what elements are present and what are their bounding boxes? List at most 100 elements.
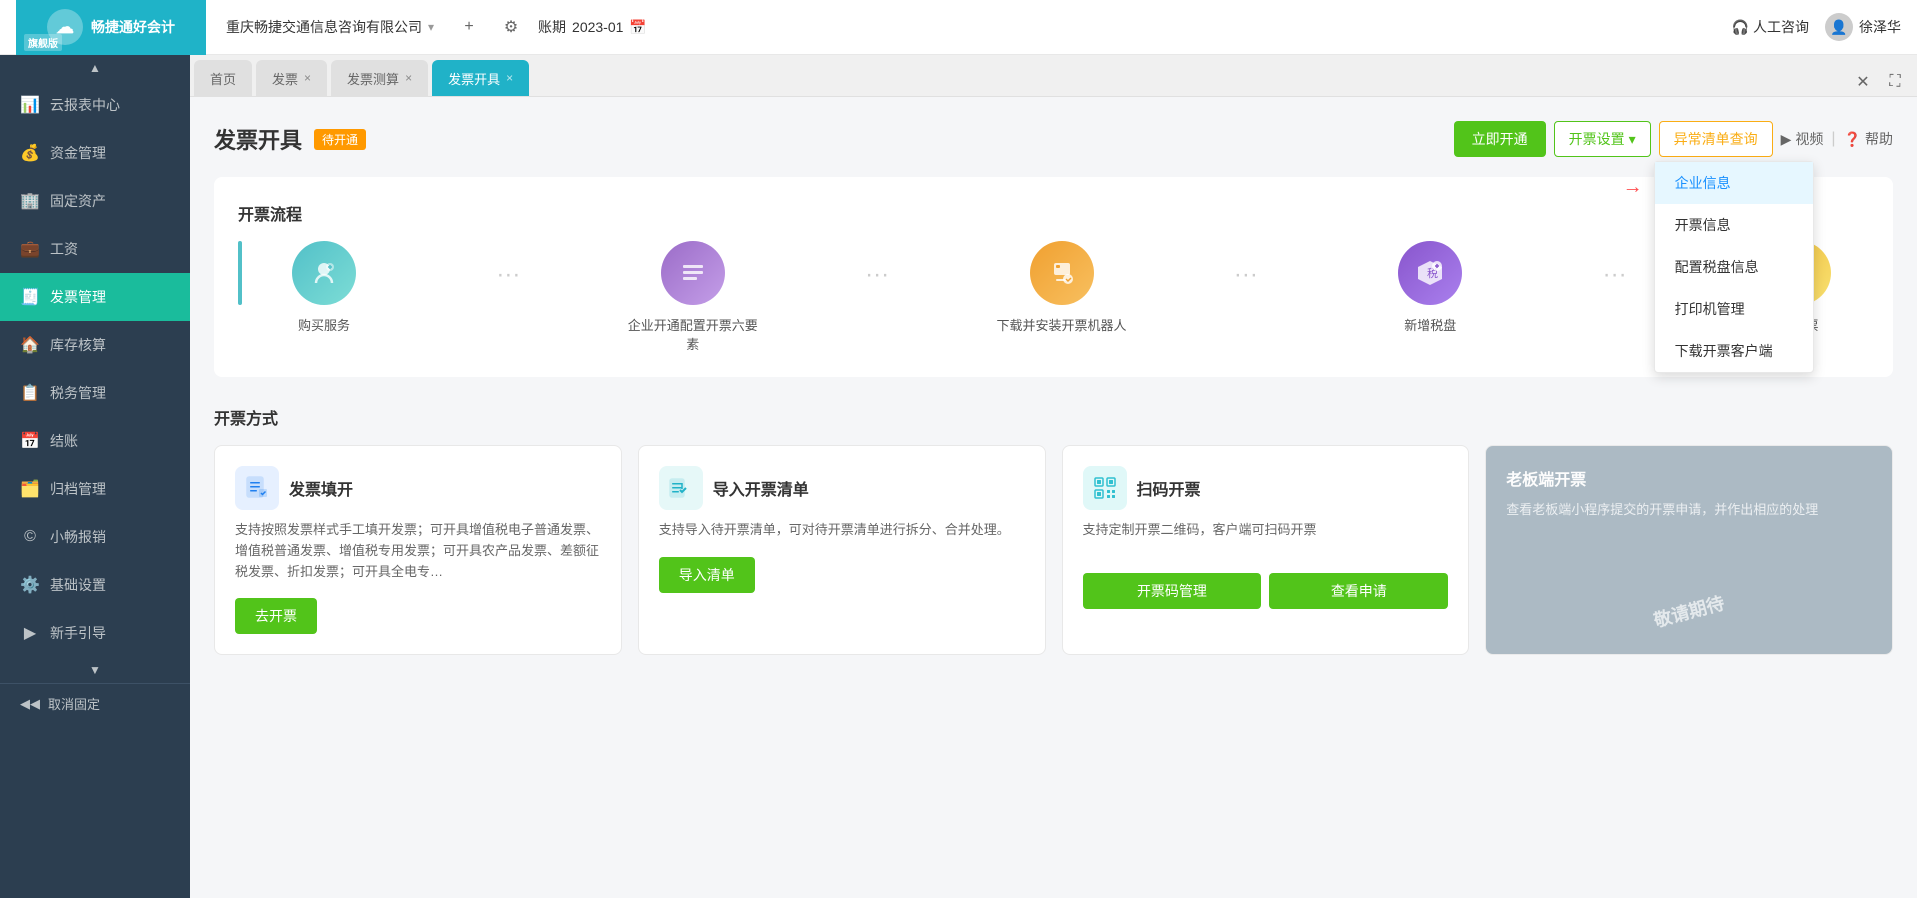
step-label-tax: 新增税盘 (1404, 315, 1456, 334)
arrow-indicator-icon: → (1623, 176, 1643, 199)
sidebar-item-cloud-report[interactable]: 📊 云报表中心 (0, 81, 190, 129)
scan-code-icon (1083, 466, 1127, 510)
user-info[interactable]: 👤 徐泽华 (1825, 13, 1901, 41)
scan-code-view-btn[interactable]: 查看申请 (1269, 573, 1448, 609)
sidebar-item-archive-mgmt[interactable]: 🗂️ 归档管理 (0, 465, 190, 513)
sidebar-item-tax-mgmt[interactable]: 📋 税务管理 (0, 369, 190, 417)
scan-code-manage-btn[interactable]: 开票码管理 (1083, 573, 1262, 609)
flow-step-download: 下载并安装开票机器人 (992, 241, 1132, 334)
username: 徐泽华 (1859, 17, 1901, 37)
flow-section: 开票流程 购买服务 ··· (214, 177, 1893, 377)
method-cards: 发票填开 支持按照发票样式手工填开发票；可开具增值税电子普通发票、增值税普通发票… (214, 445, 1893, 655)
step-icon-tax: 税 (1398, 241, 1462, 305)
manual-fill-desc: 支持按照发票样式手工填开发票；可开具增值税电子普通发票、增值税普通发票、增值税专… (235, 520, 601, 582)
video-button[interactable]: ▶ 视频 (1781, 129, 1824, 149)
flow-step-add-tax: 税 新增税盘 (1360, 241, 1500, 334)
import-list-name: 导入开票清单 (713, 476, 809, 500)
manual-fill-icon (235, 466, 279, 510)
page-title-area: 发票开具 待开通 (214, 123, 366, 155)
play-icon: ▶ (20, 623, 40, 643)
manual-fill-name: 发票填开 (289, 476, 353, 500)
sidebar-item-inventory[interactable]: 🏠 库存核算 (0, 321, 190, 369)
archive-icon: 🗂️ (20, 479, 40, 499)
dropdown-tax-disk[interactable]: 配置税盘信息 (1655, 246, 1813, 288)
methods-section-title: 开票方式 (214, 405, 1893, 429)
sidebar-item-basic-settings[interactable]: ⚙️ 基础设置 (0, 561, 190, 609)
dropdown-invoice-info[interactable]: 开票信息 (1655, 204, 1813, 246)
tab-bar: 首页 发票 × 发票测算 × 发票开具 × ✕ ⛶ (190, 55, 1917, 97)
methods-section: 开票方式 发票填开 (214, 405, 1893, 655)
gear-icon: ⚙️ (20, 575, 40, 595)
sidebar-cancel-pin-button[interactable]: ◀◀ 取消固定 (0, 683, 190, 723)
header: ☁ 畅捷通好会计 旗舰版 重庆畅捷交通信息咨询有限公司 ▾ + ⚙ 账期 202… (0, 0, 1917, 55)
close-icon[interactable]: × (405, 71, 412, 85)
tab-home[interactable]: 首页 (194, 60, 252, 96)
close-icon[interactable]: × (506, 71, 513, 85)
overlay-text: 敬请期待 (1490, 546, 1889, 655)
scroll-up-button[interactable]: ▲ (0, 55, 190, 81)
tab-invoice-calc[interactable]: 发票测算 × (331, 60, 428, 96)
status-badge: 待开通 (314, 129, 366, 150)
app-name: 畅捷通好会计 (91, 18, 175, 36)
sidebar-item-invoice-mgmt[interactable]: 🧾 发票管理 (0, 273, 190, 321)
sidebar-item-report-mini[interactable]: © 小畅报销 (0, 513, 190, 561)
help-circle-icon: ❓ (1844, 131, 1861, 148)
close-tab-button[interactable]: ✕ (1849, 68, 1877, 96)
step-label-download: 下载并安装开票机器人 (996, 315, 1126, 334)
import-list-icon (659, 466, 703, 510)
tab-invoice[interactable]: 发票 × (256, 60, 327, 96)
report-icon: © (20, 528, 40, 546)
step-icon-buy (292, 241, 356, 305)
scan-code-name: 扫码开票 (1137, 476, 1201, 500)
scroll-down-button[interactable]: ▼ (0, 657, 190, 683)
scan-code-desc: 支持定制开票二维码，客户端可扫码开票 (1083, 520, 1449, 541)
boss-invoice-name: 老板端开票 (1506, 472, 1586, 489)
tax-icon: 📋 (20, 383, 40, 403)
method-card-manual-fill: 发票填开 支持按照发票样式手工填开发票；可开具增值税电子普通发票、增值税普通发票… (214, 445, 622, 655)
sidebar-item-fixed-assets[interactable]: 🏢 固定资产 (0, 177, 190, 225)
tab-invoice-open[interactable]: 发票开具 × (432, 60, 529, 96)
flow-connector-3: ··· (1132, 241, 1361, 289)
sidebar: ▲ 📊 云报表中心 💰 资金管理 🏢 固定资产 💼 工资 🧾 发票管理 🏠 库存… (0, 55, 190, 898)
chevron-down-icon: ▾ (428, 20, 434, 34)
headset-icon: 🎧 (1732, 19, 1749, 36)
payroll-icon: 💼 (20, 239, 40, 259)
invoice-settings-button[interactable]: 开票设置 ▾ (1554, 121, 1651, 157)
company-selector[interactable]: 重庆畅捷交通信息咨询有限公司 ▾ (218, 13, 442, 41)
tab-controls: ✕ ⛶ (1849, 68, 1917, 96)
abnormal-list-button[interactable]: 异常清单查询 (1659, 121, 1773, 157)
boss-invoice-desc: 查看老板端小程序提交的开票申请，并作出相应的处理 (1506, 500, 1872, 521)
sidebar-item-payroll[interactable]: 💼 工资 (0, 225, 190, 273)
support-button[interactable]: 🎧 人工咨询 (1732, 17, 1809, 37)
invoice-settings-dropdown: → 企业信息 开票信息 配置税盘信息 打印机管理 下载开票客 (1654, 161, 1814, 373)
help-button[interactable]: ❓ 帮助 (1844, 129, 1893, 149)
chart-icon: 📊 (20, 95, 40, 115)
sidebar-item-new-guide[interactable]: ▶ 新手引导 (0, 609, 190, 657)
invoice-icon: 🧾 (20, 287, 40, 307)
dropdown-company-info[interactable]: 企业信息 (1655, 162, 1813, 204)
flow-step-buy-service: 购买服务 (254, 241, 394, 334)
sidebar-item-fund-mgmt[interactable]: 💰 资金管理 (0, 129, 190, 177)
step-icon-download (1030, 241, 1094, 305)
checkout-icon: 📅 (20, 431, 40, 451)
activate-button[interactable]: 立即开通 (1454, 121, 1546, 157)
building-icon: 🏢 (20, 191, 40, 211)
header-right: 🎧 人工咨询 👤 徐泽华 (1732, 13, 1901, 41)
maximize-button[interactable]: ⛶ (1881, 68, 1909, 96)
add-company-button[interactable]: + (454, 12, 484, 42)
method-card-boss: 老板端开票 查看老板端小程序提交的开票申请，并作出相应的处理 敬请期待 (1485, 445, 1893, 655)
calendar-icon[interactable]: 📅 (629, 19, 646, 36)
sidebar-item-checkout[interactable]: 📅 结账 (0, 417, 190, 465)
main-content: 发票开具 待开通 立即开通 开票设置 ▾ → 企业信息 (190, 97, 1917, 898)
settings-icon[interactable]: ⚙ (496, 12, 526, 42)
dropdown-download-client[interactable]: 下载开票客户端 (1655, 330, 1813, 372)
close-icon[interactable]: × (304, 71, 311, 85)
pin-icon: ◀◀ (20, 696, 40, 712)
edition-badge: 旗舰版 (24, 34, 62, 51)
flow-step-configure: 企业开通配置开票六要素 (623, 241, 763, 353)
method-card-scan: 扫码开票 支持定制开票二维码，客户端可扫码开票 开票码管理 查看申请 (1062, 445, 1470, 655)
dropdown-printer-mgmt[interactable]: 打印机管理 (1655, 288, 1813, 330)
import-list-btn[interactable]: 导入清单 (659, 557, 755, 593)
manual-fill-btn[interactable]: 去开票 (235, 598, 317, 634)
flow-section-title: 开票流程 (238, 201, 1869, 225)
